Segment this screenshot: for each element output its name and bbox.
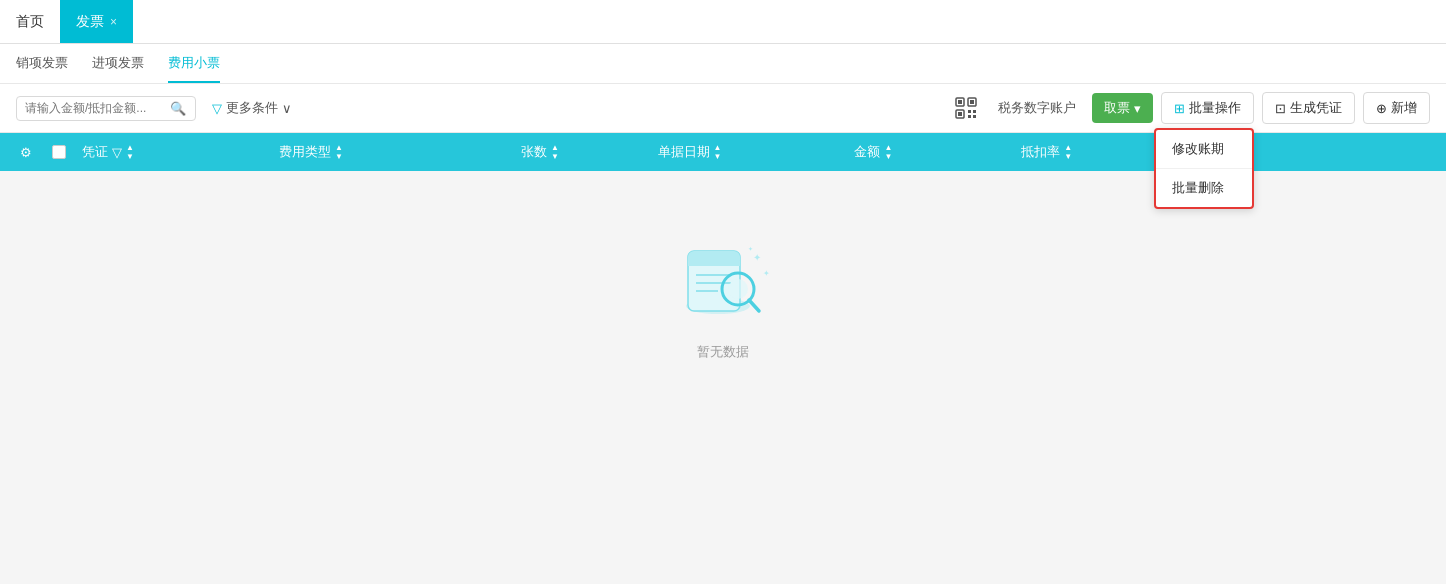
deduct-rate-sort[interactable]: ▲▼ — [1064, 144, 1072, 161]
gear-icon: ⚙ — [20, 145, 32, 160]
header-deduct-rate-label: 抵扣率 — [1021, 143, 1060, 161]
svg-text:✦: ✦ — [748, 246, 753, 252]
header-amount-label: 金额 — [854, 143, 880, 161]
sub-nav: 销项发票 进项发票 费用小票 — [0, 44, 1446, 84]
count-sort[interactable]: ▲▼ — [551, 144, 559, 161]
svg-rect-9 — [973, 115, 976, 118]
toolbar-left: 🔍 ▽ 更多条件 ∨ — [16, 95, 300, 121]
gen-voucher-icon: ⊡ — [1275, 101, 1286, 116]
batch-op-container: ⊞ 批量操作 修改账期 批量删除 — [1161, 92, 1254, 124]
header-date-label: 单据日期 — [658, 143, 710, 161]
svg-rect-7 — [973, 110, 976, 113]
search-input[interactable] — [25, 101, 170, 115]
filter-chevron: ∨ — [282, 101, 292, 116]
header-gear[interactable]: ⚙ — [8, 145, 44, 160]
svg-rect-13 — [688, 261, 740, 266]
svg-text:✦: ✦ — [763, 269, 770, 278]
toolbar: 🔍 ▽ 更多条件 ∨ 税务数字账户 取票 ▾ — [0, 84, 1446, 133]
toolbar-right: 税务数字账户 取票 ▾ ⊞ 批量操作 修改账期 批量删除 ⊡ 生成凭证 ⊕ 新增 — [950, 92, 1430, 124]
svg-rect-6 — [968, 110, 971, 113]
batch-delete-item[interactable]: 批量删除 — [1156, 168, 1252, 207]
header-date[interactable]: 单据日期 ▲▼ — [650, 143, 847, 161]
home-tab[interactable]: 首页 — [0, 0, 60, 43]
gen-voucher-button[interactable]: ⊡ 生成凭证 — [1262, 92, 1355, 124]
expense-type-sort[interactable]: ▲▼ — [335, 144, 343, 161]
invoice-tab[interactable]: 发票 × — [60, 0, 133, 43]
top-nav: 首页 发票 × — [0, 0, 1446, 44]
header-count-label: 张数 — [521, 143, 547, 161]
search-wrap: 🔍 — [16, 96, 196, 121]
svg-rect-5 — [958, 112, 962, 116]
modify-period-item[interactable]: 修改账期 — [1156, 130, 1252, 168]
svg-text:✦: ✦ — [753, 252, 761, 263]
qr-button[interactable] — [950, 92, 982, 124]
header-voucher-label: 凭证 — [82, 143, 108, 161]
batch-dropdown-menu: 修改账期 批量删除 — [1154, 128, 1254, 209]
svg-point-18 — [728, 279, 748, 299]
invoice-tab-close[interactable]: × — [110, 15, 117, 29]
empty-illustration: ✦ ✦ ✦ — [663, 231, 783, 331]
svg-rect-1 — [958, 100, 962, 104]
batch-icon: ⊞ — [1174, 101, 1185, 116]
amount-sort[interactable]: ▲▼ — [884, 144, 892, 161]
sub-nav-item-sales[interactable]: 销项发票 — [16, 44, 68, 83]
invoice-tab-label: 发票 — [76, 13, 104, 31]
date-sort[interactable]: ▲▼ — [714, 144, 722, 161]
filter-icon: ▽ — [212, 101, 222, 116]
header-expense-type[interactable]: 费用类型 ▲▼ — [271, 143, 513, 161]
header-expense-type-label: 费用类型 — [279, 143, 331, 161]
batch-op-label: 批量操作 — [1189, 99, 1241, 117]
add-button[interactable]: ⊕ 新增 — [1363, 92, 1430, 124]
header-amount[interactable]: 金额 ▲▼ — [846, 143, 1013, 161]
svg-rect-8 — [968, 115, 971, 118]
svg-rect-3 — [970, 100, 974, 104]
header-checkbox[interactable] — [44, 145, 74, 159]
add-icon: ⊕ — [1376, 101, 1387, 116]
search-icon[interactable]: 🔍 — [170, 101, 186, 116]
empty-text: 暂无数据 — [697, 343, 749, 361]
filter-button[interactable]: ▽ 更多条件 ∨ — [204, 95, 300, 121]
batch-op-button[interactable]: ⊞ 批量操作 — [1161, 92, 1254, 124]
header-count[interactable]: 张数 ▲▼ — [513, 143, 650, 161]
header-voucher[interactable]: 凭证 ▽ ▲▼ — [74, 143, 271, 161]
svg-line-19 — [749, 300, 759, 311]
sub-nav-item-purchase[interactable]: 进项发票 — [92, 44, 144, 83]
add-label: 新增 — [1391, 99, 1417, 117]
sub-nav-item-expense[interactable]: 费用小票 — [168, 44, 220, 83]
filter-label: 更多条件 — [226, 99, 278, 117]
gen-voucher-label: 生成凭证 — [1290, 99, 1342, 117]
header-voucher-filter: ▽ — [112, 145, 122, 160]
voucher-sort[interactable]: ▲▼ — [126, 144, 134, 161]
tax-account-button[interactable]: 税务数字账户 — [990, 95, 1084, 121]
take-invoice-label: 取票 — [1104, 99, 1130, 117]
select-all-checkbox[interactable] — [52, 145, 66, 159]
take-invoice-button[interactable]: 取票 ▾ — [1092, 93, 1153, 123]
take-invoice-arrow: ▾ — [1134, 101, 1141, 116]
